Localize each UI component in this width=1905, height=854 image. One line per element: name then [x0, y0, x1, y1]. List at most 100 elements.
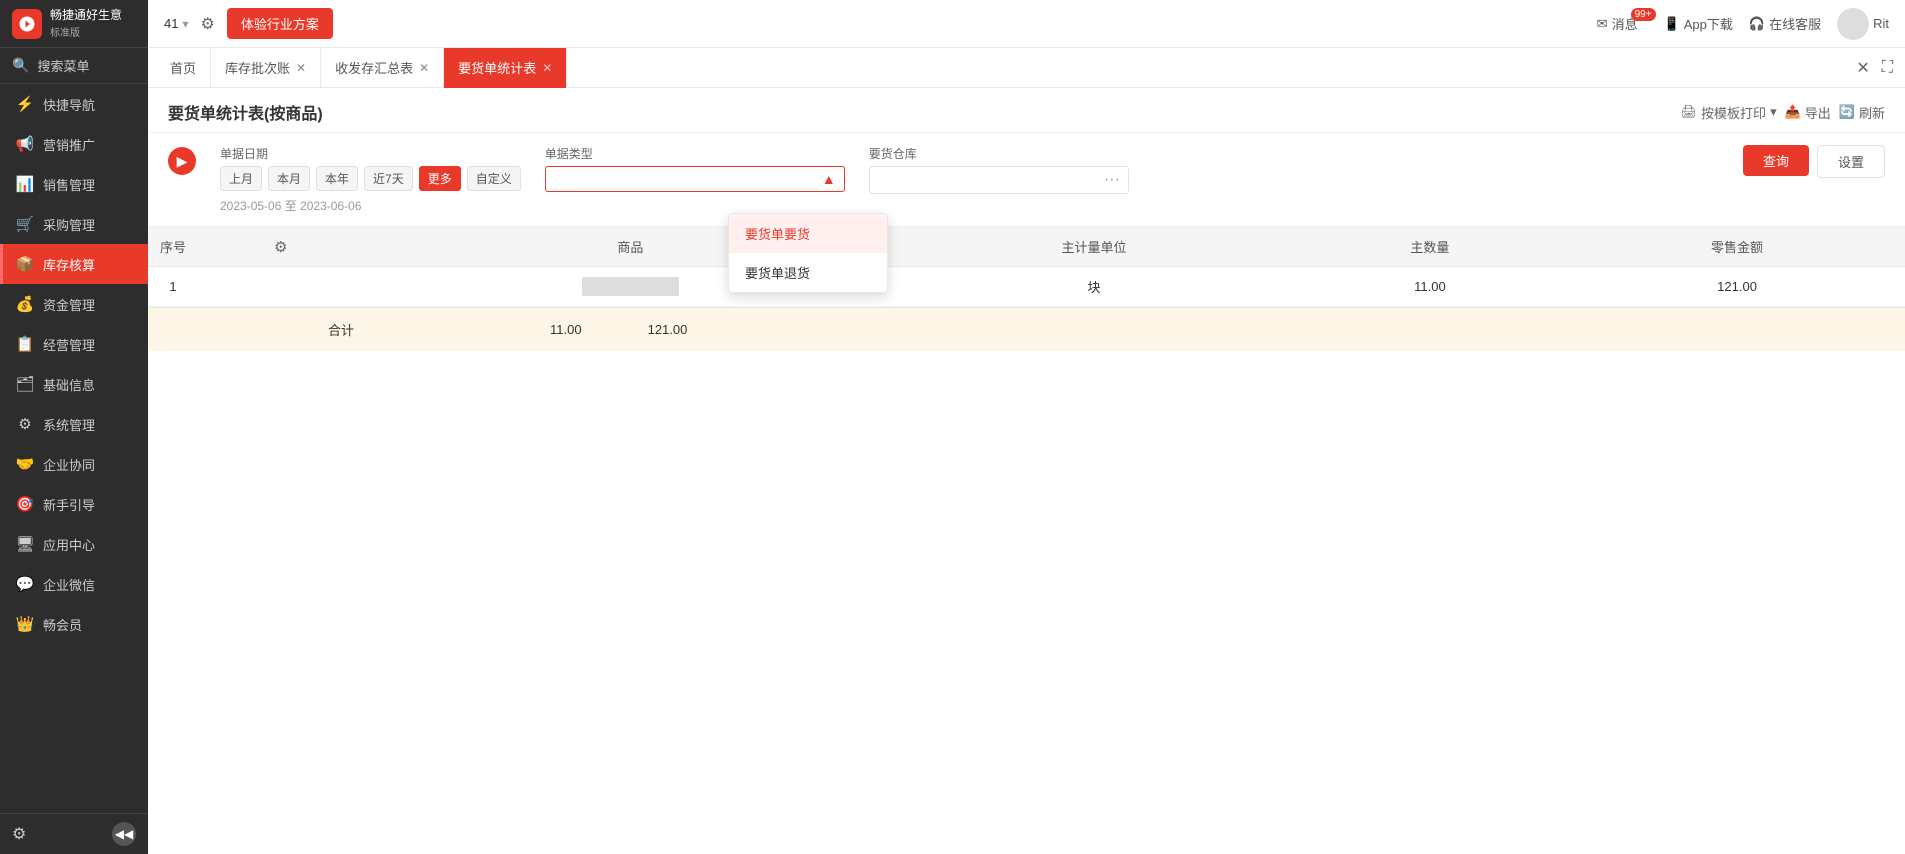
filter-settings-btn[interactable]: 设置	[1817, 145, 1885, 178]
messages-btn[interactable]: ✉ 消息 99+	[1597, 14, 1648, 33]
export-label: 导出	[1805, 103, 1831, 122]
sidebar-item-member[interactable]: 👑 畅会员	[0, 604, 148, 644]
sidebar-item-inventory[interactable]: 📦 库存核算	[0, 244, 148, 284]
sidebar-item-label: 采购管理	[43, 215, 95, 234]
app-download-label: App下载	[1684, 14, 1733, 33]
export-btn[interactable]: 📤 导出	[1785, 103, 1831, 122]
sidebar-item-system[interactable]: ⚙ 系统管理	[0, 404, 148, 444]
table-row: 1 ████ 块 11.00 121.00	[148, 267, 1905, 307]
sidebar-item-sales[interactable]: 📊 销售管理	[0, 164, 148, 204]
sidebar-item-operations[interactable]: 📋 经营管理	[0, 324, 148, 364]
dropdown-item-requisition[interactable]: 要货单要货	[729, 214, 887, 253]
date-btn-custom[interactable]: 自定义	[467, 166, 521, 191]
collapse-sidebar-btn[interactable]: ◀◀	[112, 822, 136, 846]
system-icon: ⚙	[15, 414, 35, 434]
sidebar-item-label: 新手引导	[43, 495, 95, 514]
page-actions: 🖨 按模板打印 ▾ 📤 导出 🔄 刷新	[1681, 103, 1885, 122]
sidebar-item-label: 企业微信	[43, 575, 95, 594]
warehouse-filter-input-box[interactable]: ···	[869, 166, 1129, 194]
page-content: 要货单统计表(按商品) 🖨 按模板打印 ▾ 📤 导出 🔄 刷新 ▶	[148, 88, 1905, 854]
maximize-btn[interactable]: ⛶	[1878, 55, 1897, 81]
date-btn-last-month[interactable]: 上月	[220, 166, 262, 191]
user-avatar-btn[interactable]: Rit	[1837, 8, 1889, 40]
warehouse-filter-group: 要货仓库 ···	[869, 145, 1129, 194]
basic-icon: 🗂	[15, 374, 35, 394]
quick-nav-icon: ⚡	[15, 94, 35, 114]
type-dropdown-overlay: 要货单要货 要货单退货	[728, 213, 888, 293]
sidebar-item-label: 系统管理	[43, 415, 95, 434]
warehouse-more-icon[interactable]: ···	[1104, 171, 1120, 189]
tab-requisition-stats[interactable]: 要货单统计表 ✕	[444, 48, 567, 88]
operations-icon: 📋	[15, 334, 35, 354]
sidebar-item-quick-nav[interactable]: ⚡ 快捷导航	[0, 84, 148, 124]
sidebar-search[interactable]: 🔍 搜索菜单	[0, 48, 148, 84]
type-filter-input-box[interactable]: ▲	[545, 166, 845, 192]
sidebar-item-label: 快捷导航	[43, 95, 95, 114]
warehouse-filter-input[interactable]	[878, 173, 1104, 188]
data-table: 序号 ⚙ 商品 主计量单位 主数量 零售金额 1	[148, 227, 1905, 307]
store-selector[interactable]: 41 ▾	[164, 16, 189, 31]
tab-requisition-stats-label: 要货单统计表	[458, 58, 536, 77]
filter-expand-btn[interactable]: ▶	[168, 147, 196, 175]
online-service-btn[interactable]: 🎧 在线客服	[1749, 14, 1821, 33]
message-icon: ✉	[1597, 16, 1608, 32]
query-btn[interactable]: 查询	[1743, 145, 1809, 176]
tabbar-actions: ✕ ⛶	[1852, 54, 1897, 82]
service-icon: 🎧	[1749, 16, 1765, 32]
sidebar-item-basic[interactable]: 🗂 基础信息	[0, 364, 148, 404]
type-filter-group: 单据类型 ▲	[545, 145, 845, 192]
settings-bottom-icon[interactable]: ⚙	[12, 824, 26, 844]
sidebar-item-purchase[interactable]: 🛒 采购管理	[0, 204, 148, 244]
col-seq: 序号	[148, 227, 198, 267]
sidebar-nav: ⚡ 快捷导航 📢 营销推广 📊 销售管理 🛒 采购管理 📦 库存核算 💰 资金管…	[0, 84, 148, 813]
refresh-btn[interactable]: 🔄 刷新	[1839, 103, 1885, 122]
trial-btn[interactable]: 体验行业方案	[227, 8, 333, 39]
purchase-icon: 🛒	[15, 214, 35, 234]
print-template-btn[interactable]: 🖨 按模板打印 ▾	[1681, 103, 1777, 122]
cell-amount: 121.00	[1569, 267, 1905, 307]
sidebar-item-label: 库存核算	[43, 255, 95, 274]
tab-home-label: 首页	[170, 58, 196, 77]
date-btn-this-month[interactable]: 本月	[268, 166, 310, 191]
tab-home[interactable]: 首页	[156, 48, 211, 88]
table-settings-icon[interactable]: ⚙	[274, 239, 287, 256]
date-btn-more[interactable]: 更多	[419, 166, 461, 191]
tab-receive-summary-close[interactable]: ✕	[419, 61, 429, 75]
topbar-right: ✉ 消息 99+ 📱 App下载 🎧 在线客服 Rit	[1597, 8, 1889, 40]
sidebar-item-finance[interactable]: 💰 资金管理	[0, 284, 148, 324]
refresh-icon: 🔄	[1839, 104, 1855, 120]
sidebar-item-enterprise[interactable]: 🤝 企业协同	[0, 444, 148, 484]
tab-inventory-batch-close[interactable]: ✕	[296, 61, 306, 75]
date-range-display: 2023-05-06 至 2023-06-06	[220, 197, 521, 214]
topbar-left: 41 ▾ ⚙ 体验行业方案	[164, 8, 333, 39]
footer-label: 合计	[328, 320, 354, 339]
sidebar-item-guide[interactable]: 🎯 新手引导	[0, 484, 148, 524]
sidebar-item-marketing[interactable]: 📢 营销推广	[0, 124, 148, 164]
sidebar-item-wechat[interactable]: 💬 企业微信	[0, 564, 148, 604]
close-all-tabs-btn[interactable]: ✕	[1852, 54, 1873, 82]
type-filter-label: 单据类型	[545, 145, 845, 162]
sidebar-item-label: 资金管理	[43, 295, 95, 314]
date-btn-this-year[interactable]: 本年	[316, 166, 358, 191]
sidebar-item-app-center[interactable]: 🖥 应用中心	[0, 524, 148, 564]
user-avatar	[1837, 8, 1869, 40]
tab-receive-summary[interactable]: 收发存汇总表 ✕	[321, 48, 444, 88]
dropdown-item-return[interactable]: 要货单退货	[729, 253, 887, 292]
app-download-btn[interactable]: 📱 App下载	[1664, 14, 1733, 33]
col-qty: 主数量	[1291, 227, 1569, 267]
table-footer: 合计 11.00 121.00	[148, 307, 1905, 351]
tab-inventory-batch[interactable]: 库存批次账 ✕	[211, 48, 321, 88]
member-icon: 👑	[15, 614, 35, 634]
cell-qty: 11.00	[1291, 267, 1569, 307]
search-icon: 🔍	[12, 57, 29, 74]
filter-bar: ▶ 单据日期 上月 本月 本年 近7天 更多 自定义 2023-05-06 至 …	[148, 133, 1905, 227]
type-dropdown-arrow[interactable]: ▲	[822, 171, 836, 187]
sidebar-item-label: 畅会员	[43, 615, 82, 634]
tab-requisition-stats-close[interactable]: ✕	[542, 61, 552, 75]
app-name: 畅捷通好生意	[50, 8, 122, 24]
type-filter-input[interactable]	[554, 172, 822, 187]
sidebar-bottom: ⚙ ◀◀	[0, 813, 148, 854]
date-btn-7days[interactable]: 近7天	[364, 166, 413, 191]
filter-actions: 查询 设置	[1743, 145, 1885, 178]
topbar-settings-icon[interactable]: ⚙	[201, 14, 215, 34]
